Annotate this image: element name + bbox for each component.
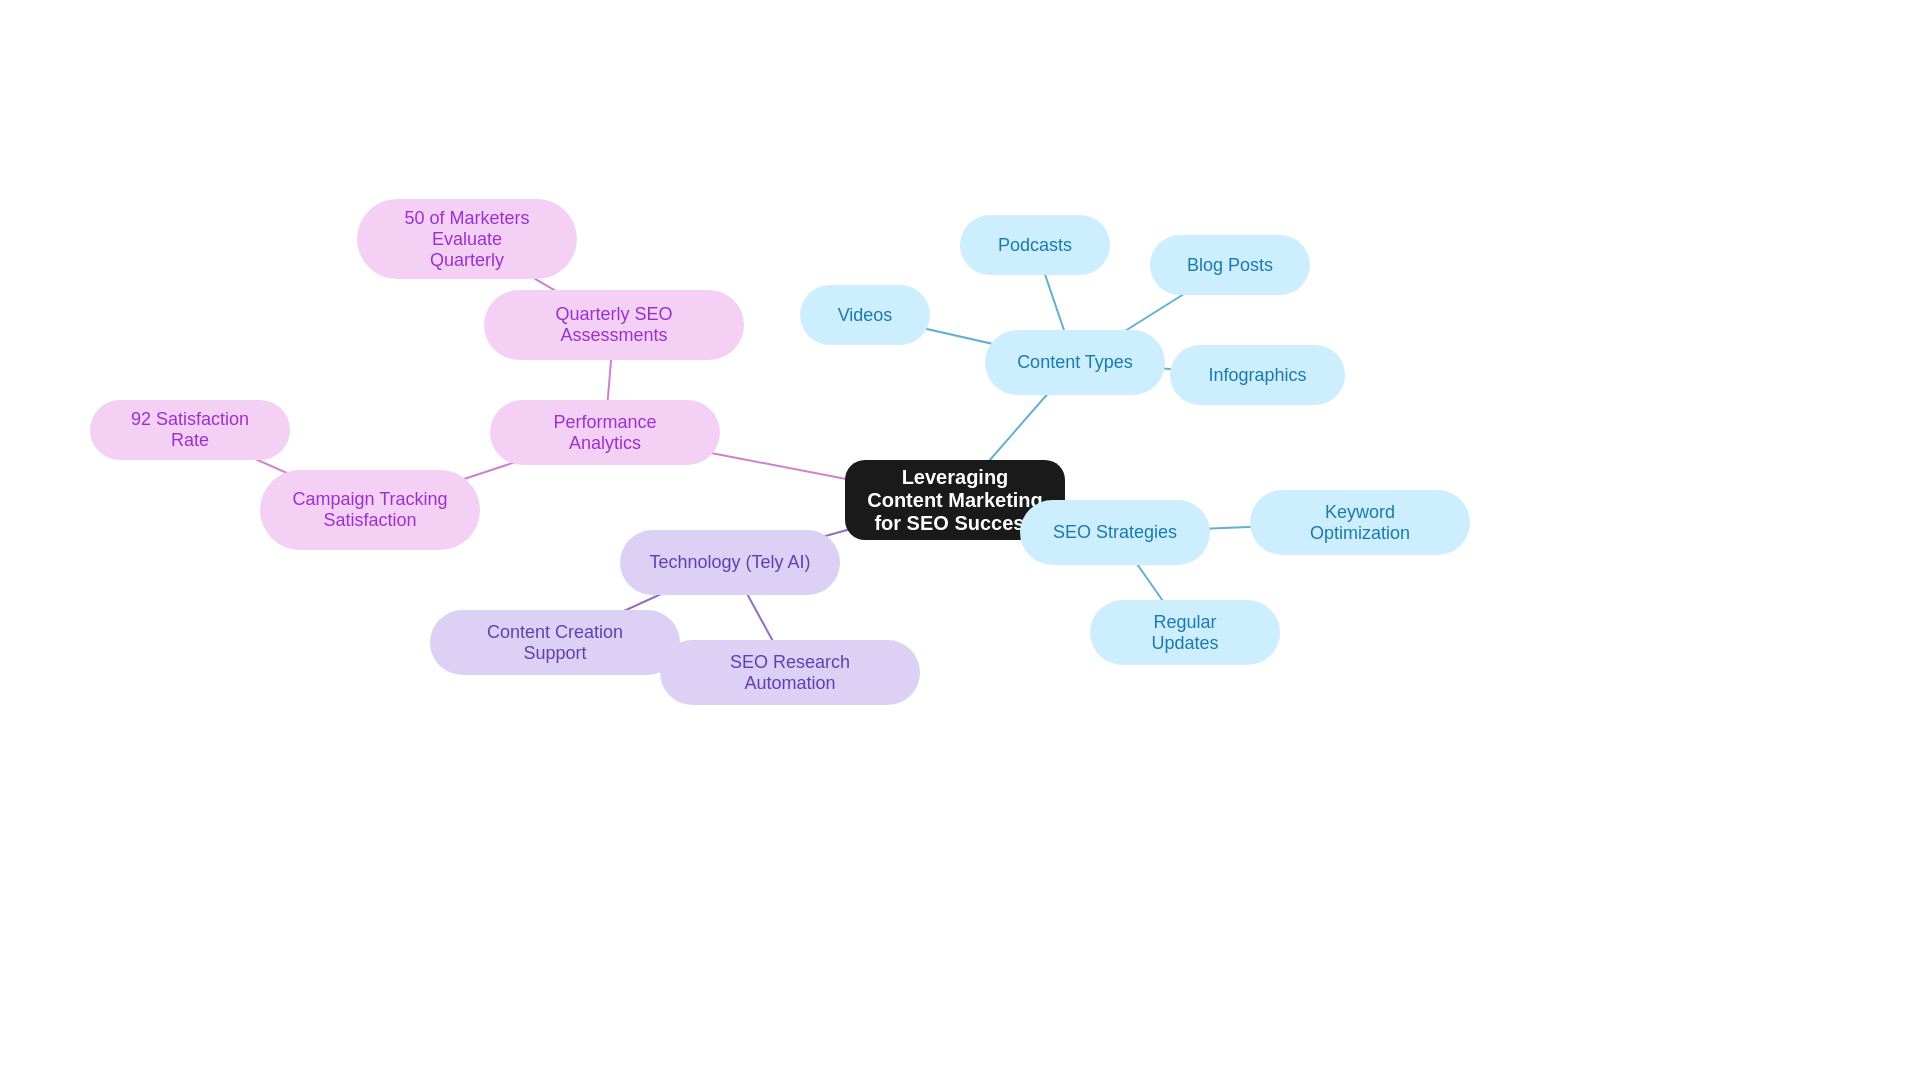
node-50-marketers[interactable]: 50 of Marketers Evaluate Quarterly — [357, 199, 577, 279]
node-seo-strategies[interactable]: SEO Strategies — [1020, 500, 1210, 565]
node-seo-research[interactable]: SEO Research Automation — [660, 640, 920, 705]
node-podcasts[interactable]: Podcasts — [960, 215, 1110, 275]
node-regular-updates[interactable]: Regular Updates — [1090, 600, 1280, 665]
node-campaign-tracking[interactable]: Campaign Tracking Satisfaction — [260, 470, 480, 550]
node-content-creation[interactable]: Content Creation Support — [430, 610, 680, 675]
node-quarterly-seo[interactable]: Quarterly SEO Assessments — [484, 290, 744, 360]
node-infographics[interactable]: Infographics — [1170, 345, 1345, 405]
node-content-types[interactable]: Content Types — [985, 330, 1165, 395]
mind-map-container: Leveraging Content Marketing for SEO Suc… — [0, 0, 1920, 1083]
node-keyword-optimization[interactable]: Keyword Optimization — [1250, 490, 1470, 555]
node-92-satisfaction[interactable]: 92 Satisfaction Rate — [90, 400, 290, 460]
node-videos[interactable]: Videos — [800, 285, 930, 345]
node-performance-analytics[interactable]: Performance Analytics — [490, 400, 720, 465]
node-technology-tely[interactable]: Technology (Tely AI) — [620, 530, 840, 595]
node-blog-posts[interactable]: Blog Posts — [1150, 235, 1310, 295]
